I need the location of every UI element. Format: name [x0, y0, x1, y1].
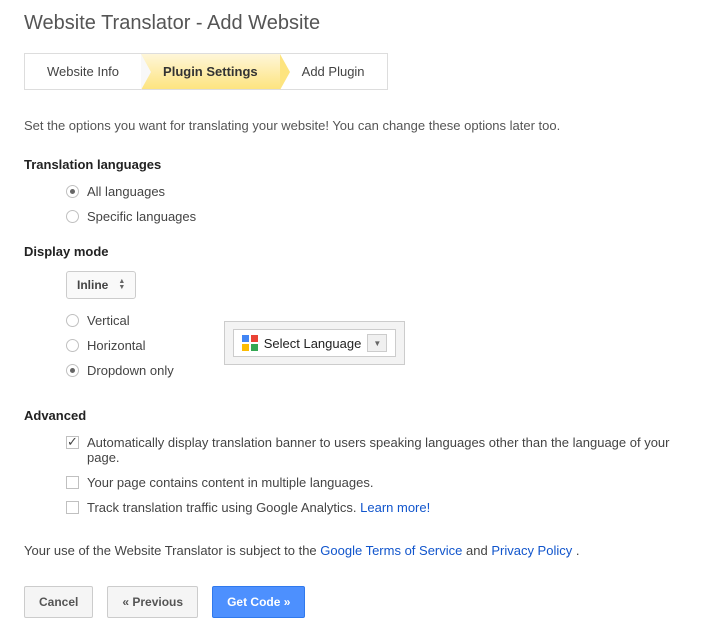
- terms-prefix: Your use of the Website Translator is su…: [24, 543, 320, 558]
- intro-text: Set the options you want for translating…: [24, 118, 703, 133]
- display-mode-title: Display mode: [24, 244, 703, 259]
- checkbox-auto-banner[interactable]: [66, 436, 79, 449]
- label-dropdown-only: Dropdown only: [87, 363, 174, 378]
- previous-button[interactable]: « Previous: [107, 586, 198, 618]
- language-widget-label: Select Language: [264, 336, 362, 351]
- translation-languages-title: Translation languages: [24, 157, 703, 172]
- label-auto-banner: Automatically display translation banner…: [87, 435, 703, 465]
- tos-link[interactable]: Google Terms of Service: [320, 543, 462, 558]
- breadcrumb: Website Info Plugin Settings Add Plugin: [24, 53, 388, 90]
- label-all-languages: All languages: [87, 184, 165, 199]
- breadcrumb-plugin-settings[interactable]: Plugin Settings: [141, 54, 280, 89]
- select-arrows-icon: ▲▼: [118, 279, 125, 291]
- display-mode-select[interactable]: Inline ▲▼: [66, 271, 136, 299]
- terms-mid: and: [466, 543, 491, 558]
- label-multi-lang: Your page contains content in multiple l…: [87, 475, 373, 490]
- radio-specific-languages[interactable]: [66, 210, 79, 223]
- label-analytics: Track translation traffic using Google A…: [87, 500, 357, 515]
- page-title: Website Translator - Add Website: [24, 12, 703, 35]
- advanced-title: Advanced: [24, 408, 703, 423]
- checkbox-multi-lang[interactable]: [66, 476, 79, 489]
- cancel-button[interactable]: Cancel: [24, 586, 93, 618]
- label-horizontal: Horizontal: [87, 338, 146, 353]
- google-icon: [242, 335, 258, 351]
- radio-all-languages[interactable]: [66, 185, 79, 198]
- radio-dropdown-only[interactable]: [66, 364, 79, 377]
- language-widget-preview: Select Language ▼: [224, 321, 406, 365]
- label-vertical: Vertical: [87, 313, 130, 328]
- radio-vertical[interactable]: [66, 314, 79, 327]
- checkbox-analytics[interactable]: [66, 501, 79, 514]
- label-specific-languages: Specific languages: [87, 209, 196, 224]
- breadcrumb-website-info[interactable]: Website Info: [25, 54, 141, 89]
- breadcrumb-add-plugin[interactable]: Add Plugin: [280, 54, 387, 89]
- terms-text: Your use of the Website Translator is su…: [24, 543, 703, 558]
- display-mode-value: Inline: [77, 278, 108, 292]
- radio-horizontal[interactable]: [66, 339, 79, 352]
- dropdown-arrow-icon[interactable]: ▼: [367, 334, 387, 352]
- privacy-link[interactable]: Privacy Policy: [491, 543, 572, 558]
- terms-suffix: .: [576, 543, 580, 558]
- get-code-button[interactable]: Get Code »: [212, 586, 305, 618]
- learn-more-link[interactable]: Learn more!: [360, 500, 430, 515]
